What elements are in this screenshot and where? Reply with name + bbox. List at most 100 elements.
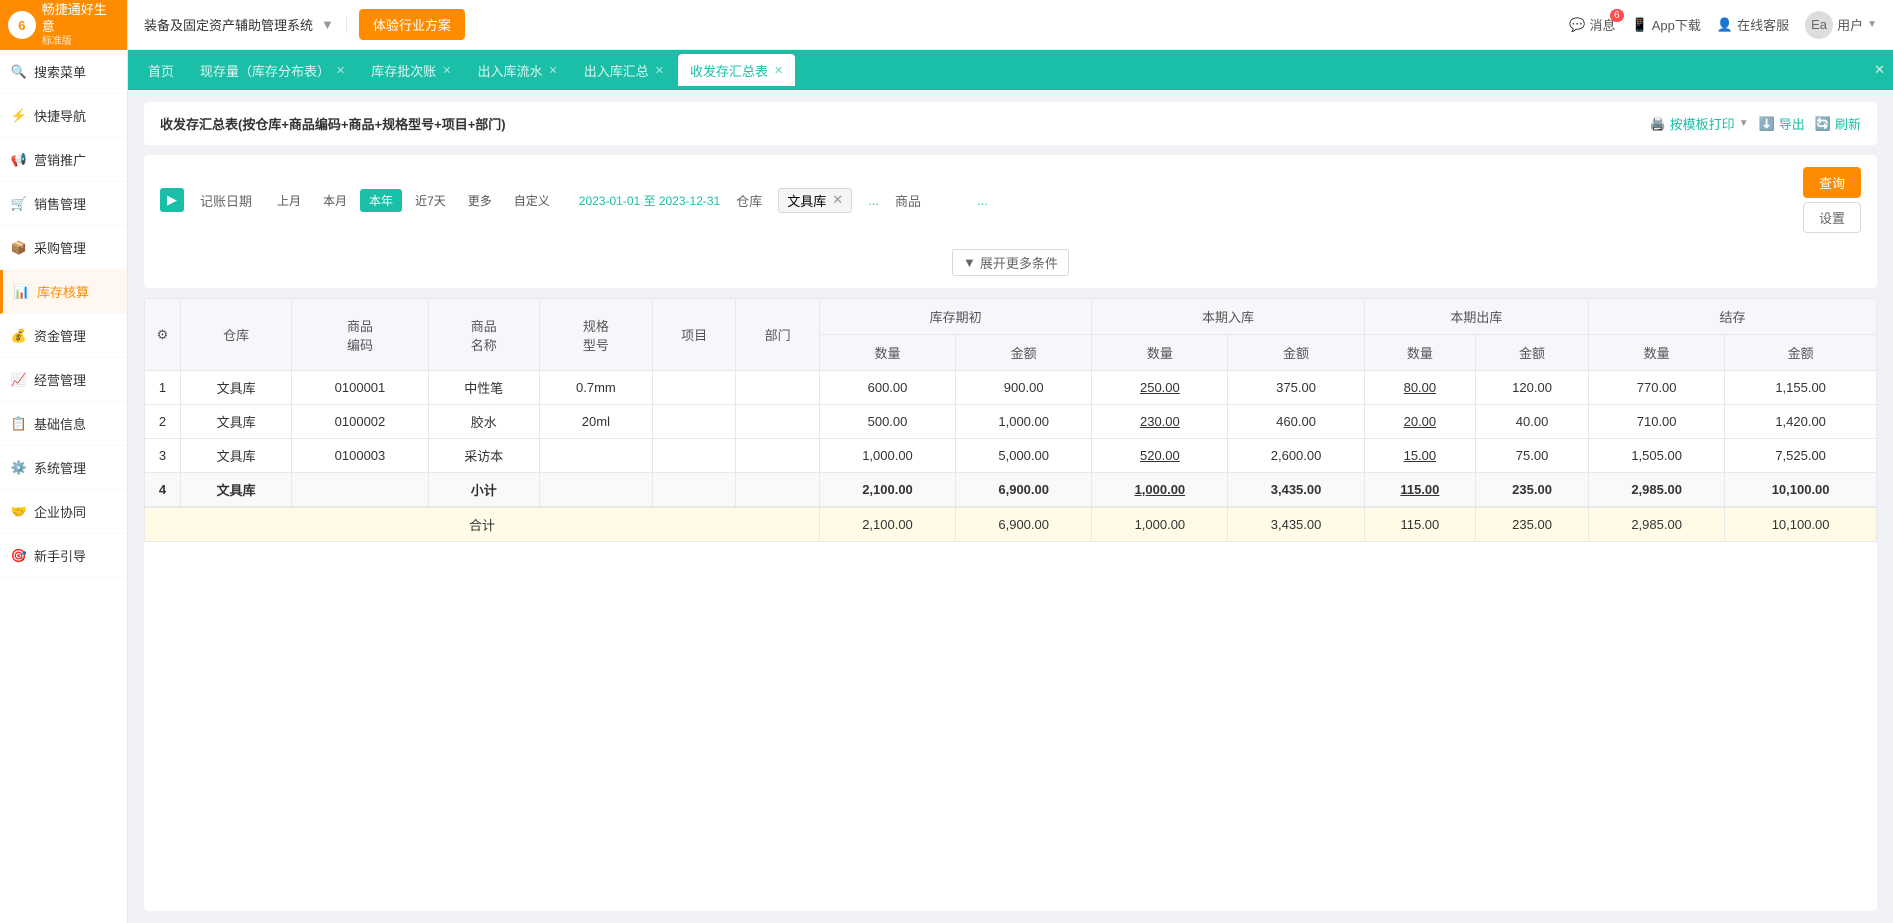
tab-close-receive-send-summary[interactable]: ✕ (774, 64, 783, 77)
col-balance-qty: 数量 (1589, 335, 1725, 371)
filter-arrow-btn[interactable]: ▶ (160, 188, 184, 212)
cell-out-amt: 235.00 (1476, 473, 1589, 508)
col-settings[interactable]: ⚙ (145, 299, 181, 371)
sidebar-item-search[interactable]: 🔍 搜索菜单 (0, 50, 127, 94)
tab-in-out-summary[interactable]: 出入库汇总 ✕ (572, 54, 676, 86)
tab-home[interactable]: 首页 (136, 54, 186, 86)
date-this-year[interactable]: 本年 (360, 189, 402, 212)
sidebar-item-basic-info[interactable]: 📋 基础信息 (0, 402, 127, 446)
tab-close-batch-ledger[interactable]: ✕ (442, 64, 451, 77)
warehouse-more[interactable]: ... (868, 193, 879, 208)
cell-in-amt: 375.00 (1228, 371, 1364, 405)
topbar: 装备及固定资产辅助管理系统 ▼ 体验行业方案 💬 消息 6 📱 App下载 👤 … (128, 0, 1893, 50)
date-this-month[interactable]: 本月 (314, 189, 356, 212)
main-content: 装备及固定资产辅助管理系统 ▼ 体验行业方案 💬 消息 6 📱 App下载 👤 … (128, 0, 1893, 923)
tab-close-in-out-summary[interactable]: ✕ (655, 64, 664, 77)
cell-in-amt: 3,435.00 (1228, 473, 1364, 508)
col-out-qty: 数量 (1364, 335, 1475, 371)
warehouse-tag-close[interactable]: ✕ (832, 192, 843, 208)
sidebar-item-sales[interactable]: 🛒 销售管理 (0, 182, 127, 226)
sidebar-item-marketing[interactable]: 📢 营销推广 (0, 138, 127, 182)
date-last-7-days[interactable]: 近7天 (406, 189, 455, 212)
tab-in-out-flow[interactable]: 出入库流水 ✕ (465, 54, 569, 86)
cell-in-qty[interactable]: 520.00 (1092, 439, 1228, 473)
cell-out-qty[interactable]: 20.00 (1364, 405, 1475, 439)
total-in-amt: 3,435.00 (1228, 507, 1364, 542)
app-download-btn[interactable]: 📱 App下载 (1632, 15, 1701, 34)
tab-label-in-out-flow: 出入库流水 (477, 61, 542, 80)
sidebar-item-finance[interactable]: 💰 资金管理 (0, 314, 127, 358)
col-group-balance: 结存 (1589, 299, 1877, 335)
goods-more[interactable]: ... (977, 193, 988, 208)
date-shortcuts: 上月 本月 本年 近7天 更多 自定义 (268, 189, 559, 212)
col-department: 部门 (736, 299, 820, 371)
settings-btn[interactable]: 设置 (1803, 202, 1861, 233)
page-title-text: 收发存汇总表(按仓库+商品编码+商品+规格型号+项目+部门) (160, 114, 506, 133)
col-warehouse: 仓库 (181, 299, 292, 371)
sidebar-item-operations[interactable]: 📈 经营管理 (0, 358, 127, 402)
cell-balance-amt: 1,420.00 (1725, 405, 1877, 439)
cell-goods-name: 胶水 (428, 405, 539, 439)
tab-receive-send-summary[interactable]: 收发存汇总表 ✕ (678, 54, 795, 86)
total-in-qty: 1,000.00 (1092, 507, 1228, 542)
sidebar-item-quick-nav[interactable]: ⚡ 快捷导航 (0, 94, 127, 138)
sidebar-label-system: 系统管理 (34, 458, 86, 477)
date-last-month[interactable]: 上月 (268, 189, 310, 212)
tab-inventory-dist[interactable]: 现存量（库存分布表）✕ (188, 54, 357, 86)
messages-btn[interactable]: 💬 消息 6 (1569, 15, 1615, 34)
expand-conditions-btn[interactable]: ▼ 展开更多条件 (952, 249, 1069, 276)
sidebar-label-sales: 销售管理 (34, 194, 86, 213)
tab-label-receive-send-summary: 收发存汇总表 (690, 61, 768, 80)
date-custom[interactable]: 自定义 (505, 189, 559, 212)
close-all-tabs[interactable]: ✕ (1874, 62, 1885, 78)
total-opening-amt: 6,900.00 (956, 507, 1092, 542)
sidebar: 6 畅捷通好生意 标准版 🔍 搜索菜单 ⚡ 快捷导航 📢 营销推广 🛒 销售管理… (0, 0, 128, 923)
cell-in-qty[interactable]: 250.00 (1092, 371, 1228, 405)
table-row: 2 文具库 0100002 胶水 20ml 500.00 1,000.00 23… (145, 405, 1877, 439)
cell-out-qty[interactable]: 80.00 (1364, 371, 1475, 405)
cell-goods-code: 0100001 (292, 371, 428, 405)
cell-opening-qty: 1,000.00 (819, 439, 955, 473)
online-service-btn[interactable]: 👤 在线客服 (1717, 15, 1789, 34)
tab-batch-ledger[interactable]: 库存批次账 ✕ (359, 54, 463, 86)
print-icon: 🖨️ (1649, 116, 1665, 132)
tab-label-batch-ledger: 库存批次账 (371, 61, 436, 80)
sidebar-label-purchase: 采购管理 (34, 238, 86, 257)
tab-close-inventory-dist[interactable]: ✕ (336, 64, 345, 77)
experience-btn[interactable]: 体验行业方案 (359, 9, 465, 40)
warehouse-filter-tag[interactable]: 文具库 ✕ (778, 188, 852, 213)
cell-goods-code: 0100003 (292, 439, 428, 473)
print-btn[interactable]: 🖨️ 按模板打印 ▼ (1649, 114, 1748, 133)
query-btn[interactable]: 查询 (1803, 167, 1861, 198)
cell-out-amt: 40.00 (1476, 405, 1589, 439)
cell-in-amt: 2,600.00 (1228, 439, 1364, 473)
date-more[interactable]: 更多 (459, 189, 501, 212)
tab-close-in-out-flow[interactable]: ✕ (549, 64, 558, 77)
refresh-btn[interactable]: 🔄 刷新 (1815, 114, 1861, 133)
sidebar-item-newbie[interactable]: 🎯 新手引导 (0, 534, 127, 578)
cell-goods-spec (539, 439, 652, 473)
sidebar-item-system[interactable]: ⚙️ 系统管理 (0, 446, 127, 490)
sidebar-icon-purchase: 📦 (10, 239, 28, 257)
dropdown-icon[interactable]: ▼ (321, 17, 334, 32)
sidebar-item-purchase[interactable]: 📦 采购管理 (0, 226, 127, 270)
col-goods-name: 商品名称 (428, 299, 539, 371)
tab-label-in-out-summary: 出入库汇总 (584, 61, 649, 80)
message-icon: 💬 (1569, 17, 1585, 33)
sidebar-item-enterprise[interactable]: 🤝 企业协同 (0, 490, 127, 534)
cell-goods-name: 采访本 (428, 439, 539, 473)
export-btn[interactable]: ⬇️ 导出 (1759, 114, 1805, 133)
col-in-amt: 金额 (1228, 335, 1364, 371)
table-row: 3 文具库 0100003 采访本 1,000.00 5,000.00 520.… (145, 439, 1877, 473)
cell-goods-spec: 20ml (539, 405, 652, 439)
cell-department (736, 405, 820, 439)
cell-out-qty[interactable]: 15.00 (1364, 439, 1475, 473)
col-opening-qty: 数量 (819, 335, 955, 371)
cell-in-amt: 460.00 (1228, 405, 1364, 439)
user-menu[interactable]: Ea 用户 ▼ (1805, 11, 1877, 39)
cell-balance-amt: 7,525.00 (1725, 439, 1877, 473)
sidebar-item-inventory[interactable]: 📊 库存核算 (0, 270, 127, 314)
cell-opening-qty: 500.00 (819, 405, 955, 439)
cell-in-qty[interactable]: 230.00 (1092, 405, 1228, 439)
cell-project (652, 371, 736, 405)
